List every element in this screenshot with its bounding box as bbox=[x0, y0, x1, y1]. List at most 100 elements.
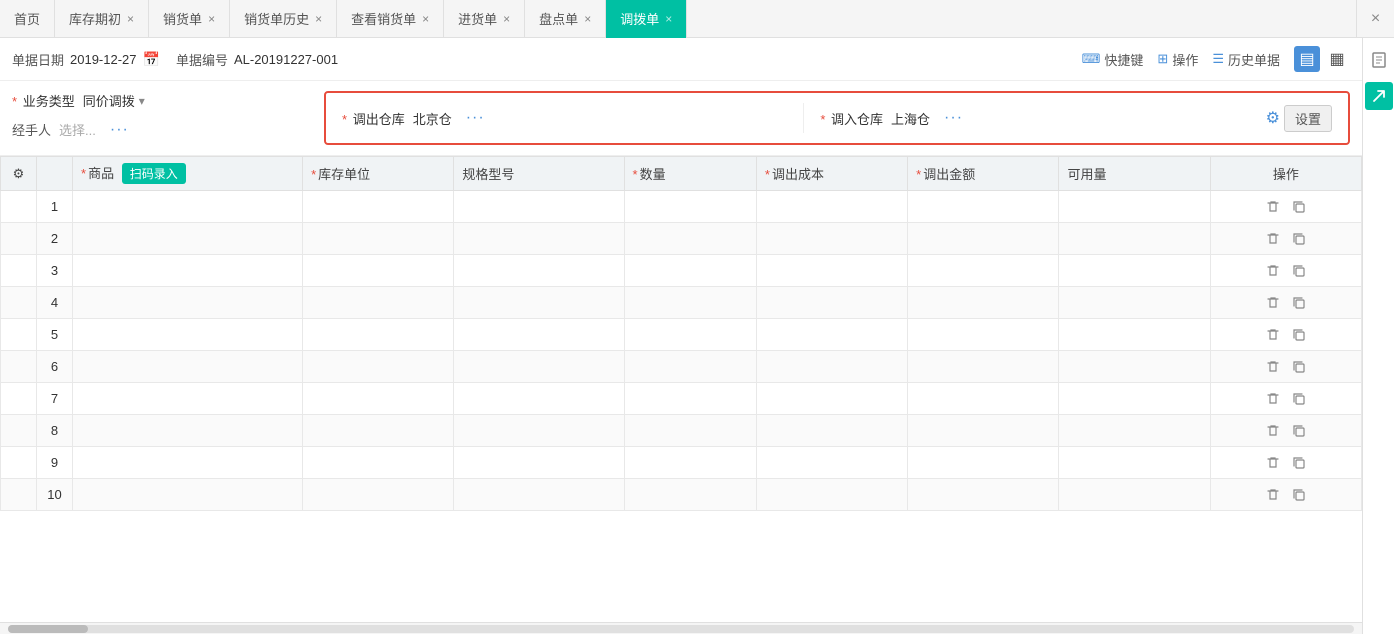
row-spec-cell[interactable] bbox=[454, 223, 624, 255]
row-delete-icon[interactable] bbox=[1262, 324, 1284, 346]
horizontal-scrollbar[interactable] bbox=[0, 622, 1362, 634]
tab-inventory-check-close[interactable]: × bbox=[584, 12, 591, 26]
row-copy-icon[interactable] bbox=[1288, 388, 1310, 410]
row-unit-cell[interactable] bbox=[303, 319, 454, 351]
row-amount-cell[interactable] bbox=[908, 415, 1059, 447]
row-amount-cell[interactable] bbox=[908, 383, 1059, 415]
row-copy-icon[interactable] bbox=[1288, 356, 1310, 378]
row-unit-cell[interactable] bbox=[303, 383, 454, 415]
sidebar-doc-icon[interactable] bbox=[1365, 46, 1393, 74]
row-delete-icon[interactable] bbox=[1262, 484, 1284, 506]
row-delete-icon[interactable] bbox=[1262, 196, 1284, 218]
warehouse-in-more-icon[interactable]: ··· bbox=[944, 109, 963, 127]
row-copy-icon[interactable] bbox=[1288, 292, 1310, 314]
row-cost-cell[interactable] bbox=[756, 255, 907, 287]
row-copy-icon[interactable] bbox=[1288, 228, 1310, 250]
row-delete-icon[interactable] bbox=[1262, 228, 1284, 250]
sidebar-export-icon[interactable] bbox=[1365, 82, 1393, 110]
row-goods-cell[interactable] bbox=[73, 223, 303, 255]
scan-barcode-button[interactable]: 扫码录入 bbox=[122, 163, 186, 184]
row-delete-icon[interactable] bbox=[1262, 260, 1284, 282]
tab-sales-history[interactable]: 销货单历史 × bbox=[230, 0, 337, 38]
tab-home[interactable]: 首页 bbox=[0, 0, 55, 38]
row-copy-icon[interactable] bbox=[1288, 260, 1310, 282]
handler-more-icon[interactable]: ··· bbox=[110, 121, 129, 139]
row-cost-cell[interactable] bbox=[756, 319, 907, 351]
row-copy-icon[interactable] bbox=[1288, 196, 1310, 218]
row-goods-cell[interactable] bbox=[73, 287, 303, 319]
row-unit-cell[interactable] bbox=[303, 415, 454, 447]
row-amount-cell[interactable] bbox=[908, 319, 1059, 351]
tab-sales-order-close[interactable]: × bbox=[208, 12, 215, 26]
row-spec-cell[interactable] bbox=[454, 383, 624, 415]
row-spec-cell[interactable] bbox=[454, 479, 624, 511]
tab-purchase[interactable]: 进货单 × bbox=[444, 0, 525, 38]
row-qty-cell[interactable] bbox=[624, 351, 756, 383]
row-cost-cell[interactable] bbox=[756, 447, 907, 479]
window-close-button[interactable]: × bbox=[1356, 0, 1394, 38]
row-cost-cell[interactable] bbox=[756, 191, 907, 223]
row-amount-cell[interactable] bbox=[908, 351, 1059, 383]
row-copy-icon[interactable] bbox=[1288, 420, 1310, 442]
tab-view-sales-close[interactable]: × bbox=[422, 12, 429, 26]
tab-purchase-close[interactable]: × bbox=[503, 12, 510, 26]
row-spec-cell[interactable] bbox=[454, 287, 624, 319]
warehouse-settings-gear-icon[interactable]: ⚙ bbox=[1266, 108, 1280, 128]
row-amount-cell[interactable] bbox=[908, 287, 1059, 319]
row-amount-cell[interactable] bbox=[908, 255, 1059, 287]
row-qty-cell[interactable] bbox=[624, 415, 756, 447]
row-qty-cell[interactable] bbox=[624, 223, 756, 255]
warehouse-settings-button[interactable]: 设置 bbox=[1284, 105, 1332, 132]
warehouse-out-more-icon[interactable]: ··· bbox=[466, 109, 485, 127]
tab-sales-history-close[interactable]: × bbox=[315, 12, 322, 26]
row-goods-cell[interactable] bbox=[73, 351, 303, 383]
row-qty-cell[interactable] bbox=[624, 479, 756, 511]
row-cost-cell[interactable] bbox=[756, 351, 907, 383]
row-unit-cell[interactable] bbox=[303, 191, 454, 223]
row-qty-cell[interactable] bbox=[624, 287, 756, 319]
row-unit-cell[interactable] bbox=[303, 223, 454, 255]
row-spec-cell[interactable] bbox=[454, 191, 624, 223]
row-cost-cell[interactable] bbox=[756, 287, 907, 319]
shortcut-button[interactable]: ⌨ 快捷键 bbox=[1082, 50, 1144, 69]
tab-transfer[interactable]: 调拨单 × bbox=[606, 0, 687, 38]
row-unit-cell[interactable] bbox=[303, 255, 454, 287]
row-goods-cell[interactable] bbox=[73, 415, 303, 447]
row-delete-icon[interactable] bbox=[1262, 356, 1284, 378]
row-copy-icon[interactable] bbox=[1288, 452, 1310, 474]
row-amount-cell[interactable] bbox=[908, 223, 1059, 255]
row-spec-cell[interactable] bbox=[454, 415, 624, 447]
tab-inventory-init-close[interactable]: × bbox=[127, 12, 134, 26]
row-unit-cell[interactable] bbox=[303, 479, 454, 511]
row-cost-cell[interactable] bbox=[756, 479, 907, 511]
row-qty-cell[interactable] bbox=[624, 383, 756, 415]
row-cost-cell[interactable] bbox=[756, 223, 907, 255]
row-unit-cell[interactable] bbox=[303, 447, 454, 479]
row-qty-cell[interactable] bbox=[624, 255, 756, 287]
row-goods-cell[interactable] bbox=[73, 319, 303, 351]
tab-view-sales[interactable]: 查看销货单 × bbox=[337, 0, 444, 38]
row-goods-cell[interactable] bbox=[73, 191, 303, 223]
row-amount-cell[interactable] bbox=[908, 447, 1059, 479]
row-spec-cell[interactable] bbox=[454, 351, 624, 383]
tab-inventory-init[interactable]: 库存期初 × bbox=[55, 0, 149, 38]
row-spec-cell[interactable] bbox=[454, 255, 624, 287]
row-unit-cell[interactable] bbox=[303, 287, 454, 319]
row-goods-cell[interactable] bbox=[73, 383, 303, 415]
row-goods-cell[interactable] bbox=[73, 447, 303, 479]
row-copy-icon[interactable] bbox=[1288, 484, 1310, 506]
handler-select[interactable]: 选择... bbox=[59, 120, 96, 139]
row-qty-cell[interactable] bbox=[624, 447, 756, 479]
grid-view-2-button[interactable]: ▦ bbox=[1324, 46, 1350, 72]
row-delete-icon[interactable] bbox=[1262, 452, 1284, 474]
row-delete-icon[interactable] bbox=[1262, 388, 1284, 410]
grid-view-1-button[interactable]: ▤ bbox=[1294, 46, 1320, 72]
settings-gear-icon[interactable]: ⚙ bbox=[13, 166, 25, 181]
calendar-icon[interactable]: 📅 bbox=[143, 51, 160, 68]
row-delete-icon[interactable] bbox=[1262, 292, 1284, 314]
tab-transfer-close[interactable]: × bbox=[665, 12, 672, 26]
row-goods-cell[interactable] bbox=[73, 479, 303, 511]
tab-sales-order[interactable]: 销货单 × bbox=[149, 0, 230, 38]
row-amount-cell[interactable] bbox=[908, 479, 1059, 511]
row-cost-cell[interactable] bbox=[756, 415, 907, 447]
